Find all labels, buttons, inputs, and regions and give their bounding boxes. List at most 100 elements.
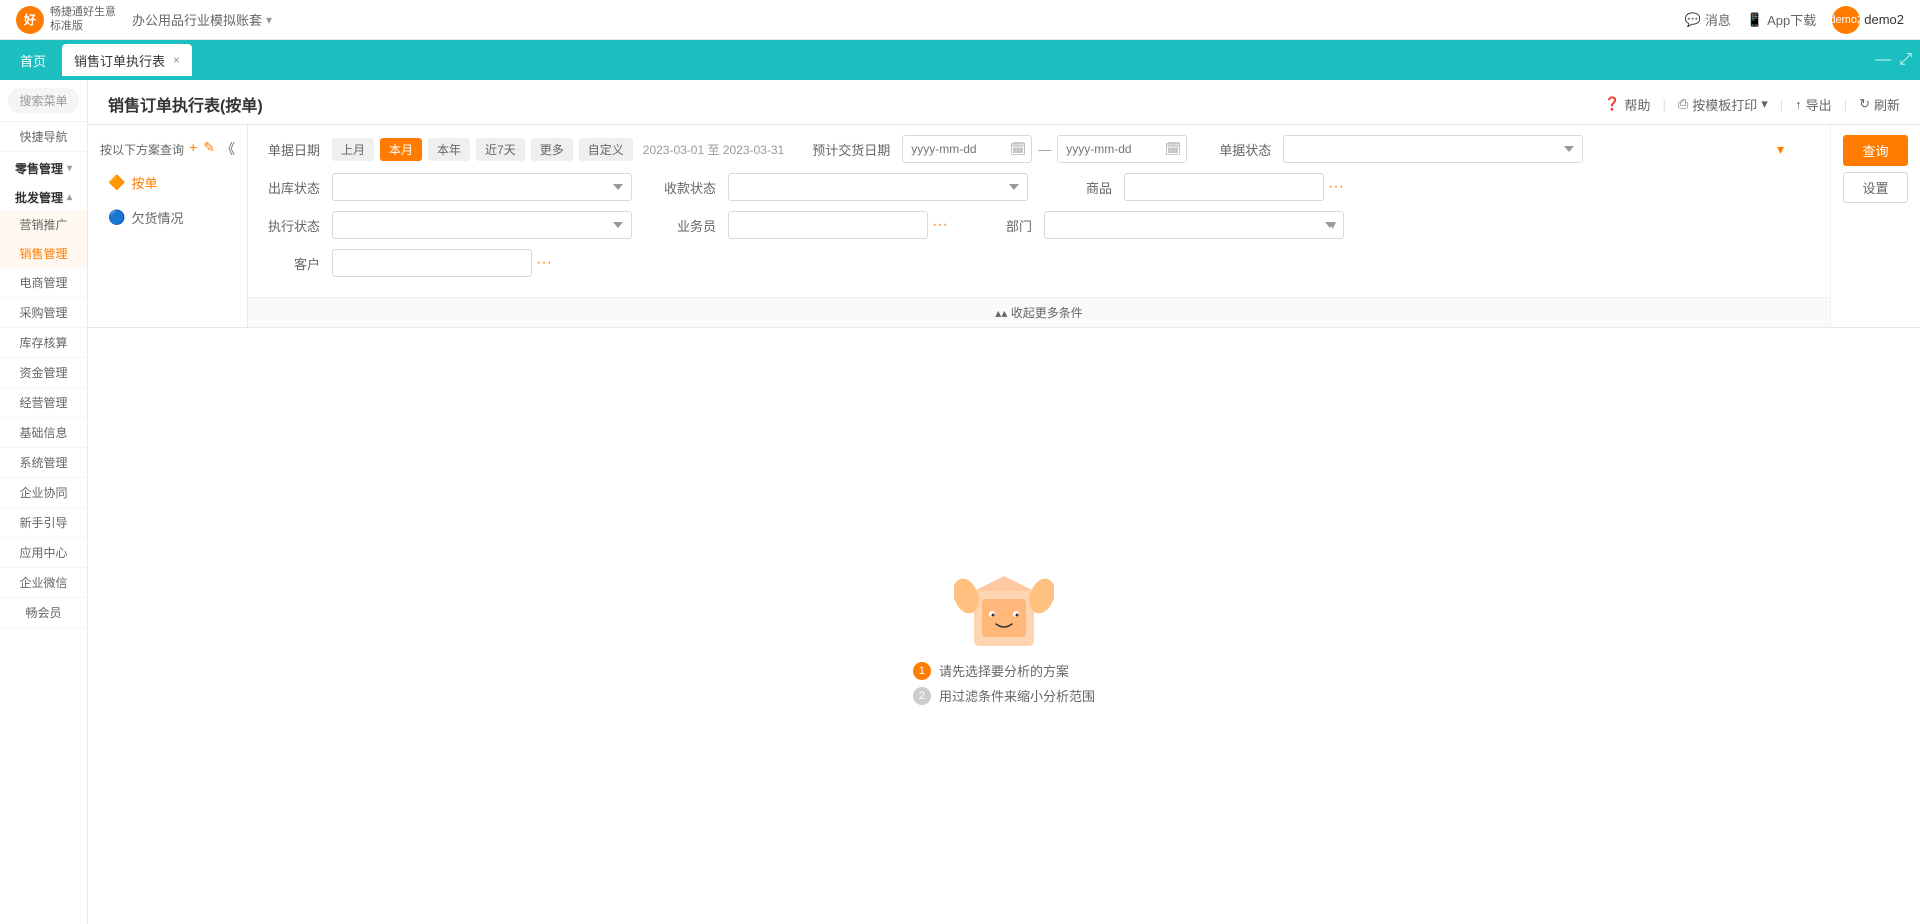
scheme-icon-order: 🔶 xyxy=(108,174,125,191)
page-title-bar: 销售订单执行表(按单) ❓ 帮助 | ⎙ 按模板打印 ▾ | ↑ 导出 | xyxy=(88,80,1920,125)
date-btn-custom[interactable]: 自定义 xyxy=(579,138,633,161)
help-button[interactable]: ❓ 帮助 xyxy=(1604,95,1650,114)
top-bar-right: 💬 消息 📱 App下载 demo2 demo2 xyxy=(1685,6,1904,34)
dept-select[interactable] xyxy=(1044,211,1344,239)
empty-hint-1: 1 请先选择要分析的方案 xyxy=(913,661,1095,680)
filter-scheme-panel: 按以下方案查询 + ✎ 《 🔶 按单 🔵 欠货情况 xyxy=(88,125,248,327)
outbound-select-wrap xyxy=(332,173,632,201)
scheme-icon-shortfall: 🔵 xyxy=(108,209,125,226)
sidebar-item-quick-nav[interactable]: 快捷导航 xyxy=(0,122,87,152)
scheme-item-shortfall[interactable]: 🔵 欠货情况 xyxy=(88,200,247,235)
status-chevron-icon: ▾ xyxy=(1777,141,1784,158)
top-bar-left: 好 畅捷通好生意 标准版 办公用品行业模拟账套 ▾ xyxy=(16,6,272,34)
customer-more-icon[interactable]: ··· xyxy=(536,254,552,272)
status-select[interactable] xyxy=(1283,135,1583,163)
search-input[interactable]: 搜索菜单 xyxy=(8,88,79,113)
outbound-label: 出库状态 xyxy=(264,178,320,197)
date-btn-more[interactable]: 更多 xyxy=(531,138,573,161)
sidebar-item-management[interactable]: 经营管理 xyxy=(0,388,87,418)
salesman-label: 业务员 xyxy=(660,216,716,235)
tab-maximize-icon[interactable]: ⤢ xyxy=(1899,51,1912,69)
date-btn-this-month[interactable]: 本月 xyxy=(380,138,422,161)
settings-button[interactable]: 设置 xyxy=(1843,172,1908,203)
print-icon: ⎙ xyxy=(1678,96,1688,112)
date-btn-last-7-days[interactable]: 近7天 xyxy=(476,138,525,161)
breadcrumb-chevron-icon[interactable]: ▾ xyxy=(266,13,272,27)
exec-select-wrap xyxy=(332,211,632,239)
expected-date-group: 🗓 — 🗓 xyxy=(902,135,1187,163)
goods-label: 商品 xyxy=(1056,178,1112,197)
export-icon: ↑ xyxy=(1795,97,1802,112)
main-layout: 搜索菜单 快捷导航 零售管理 ▾ 批发管理 ▴ 营销推广 销售管理 电商管理 采… xyxy=(0,80,1920,924)
filter-form-area: 单据日期 上月 本月 本年 近7天 更多 自定义 2023-03-01 至 20… xyxy=(248,125,1830,327)
sidebar-item-finance[interactable]: 资金管理 xyxy=(0,358,87,388)
date-btn-this-year[interactable]: 本年 xyxy=(428,138,470,161)
sidebar-item-wholesale[interactable]: 批发管理 ▴ xyxy=(0,181,87,210)
sidebar-item-purchase[interactable]: 采购管理 xyxy=(0,298,87,328)
sidebar-item-enterprise[interactable]: 企业协同 xyxy=(0,478,87,508)
sidebar-item-marketing[interactable]: 营销推广 xyxy=(0,210,87,239)
refresh-icon: ↻ xyxy=(1859,96,1870,112)
user-area[interactable]: demo2 demo2 xyxy=(1832,6,1904,34)
sidebar-item-app-center[interactable]: 应用中心 xyxy=(0,538,87,568)
export-button[interactable]: ↑ 导出 xyxy=(1795,95,1832,114)
salesman-more-icon[interactable]: ··· xyxy=(932,216,948,234)
print-button[interactable]: ⎙ 按模板打印 ▾ xyxy=(1678,95,1768,114)
outbound-select[interactable] xyxy=(332,173,632,201)
breadcrumb: 办公用品行业模拟账套 ▾ xyxy=(132,10,272,29)
goods-more-icon[interactable]: ··· xyxy=(1328,178,1344,196)
print-chevron-icon: ▾ xyxy=(1761,96,1768,112)
sidebar-item-system[interactable]: 系统管理 xyxy=(0,448,87,478)
receipt-select-wrap xyxy=(728,173,1028,201)
salesman-wrap: ··· xyxy=(728,211,948,239)
tab-close-icon[interactable]: × xyxy=(173,53,180,67)
tab-minimize-icon[interactable]: — xyxy=(1875,51,1891,69)
sidebar-item-tutorial[interactable]: 新手引导 xyxy=(0,508,87,538)
search-button[interactable]: 查询 xyxy=(1843,135,1908,166)
retail-chevron-icon: ▾ xyxy=(67,163,72,174)
salesman-input[interactable] xyxy=(728,211,928,239)
sidebar-item-wechat[interactable]: 企业微信 xyxy=(0,568,87,598)
sidebar-item-ecommerce[interactable]: 电商管理 xyxy=(0,268,87,298)
sidebar-item-retail[interactable]: 零售管理 ▾ xyxy=(0,152,87,181)
collapse-more-conditions[interactable]: ▴▴ 收起更多条件 xyxy=(248,297,1830,327)
empty-illustration xyxy=(954,541,1054,641)
scheme-item-by-order[interactable]: 🔶 按单 xyxy=(88,165,247,200)
app-download-button[interactable]: 📱 App下载 xyxy=(1747,10,1816,29)
date-btn-last-month[interactable]: 上月 xyxy=(332,138,374,161)
customer-wrap: ··· xyxy=(332,249,552,277)
sidebar: 搜索菜单 快捷导航 零售管理 ▾ 批发管理 ▴ 营销推广 销售管理 电商管理 采… xyxy=(0,80,88,924)
app-icon: 📱 xyxy=(1747,12,1763,28)
refresh-button[interactable]: ↻ 刷新 xyxy=(1859,95,1900,114)
tab-sales-order[interactable]: 销售订单执行表 × xyxy=(62,44,192,76)
date-range-display: 2023-03-01 至 2023-03-31 xyxy=(643,141,784,158)
sidebar-item-member[interactable]: 畅会员 xyxy=(0,598,87,628)
filter-main: 单据日期 上月 本月 本年 近7天 更多 自定义 2023-03-01 至 20… xyxy=(248,125,1830,297)
goods-wrap: ··· xyxy=(1124,173,1344,201)
empty-hint-2: 2 用过滤条件来缩小分析范围 xyxy=(913,686,1095,705)
sidebar-item-basic-info[interactable]: 基础信息 xyxy=(0,418,87,448)
content-area: 销售订单执行表(按单) ❓ 帮助 | ⎙ 按模板打印 ▾ | ↑ 导出 | xyxy=(88,80,1920,924)
add-scheme-button[interactable]: + xyxy=(189,139,197,159)
date-label: 单据日期 xyxy=(264,140,320,159)
sidebar-item-inventory[interactable]: 库存核算 xyxy=(0,328,87,358)
goods-input[interactable] xyxy=(1124,173,1324,201)
status-select-wrap: ▾ xyxy=(1283,135,1814,163)
expected-date-from-input[interactable] xyxy=(902,135,1032,163)
empty-state: 1 请先选择要分析的方案 2 用过滤条件来缩小分析范围 xyxy=(88,328,1920,924)
message-icon: 💬 xyxy=(1685,12,1701,28)
message-button[interactable]: 💬 消息 xyxy=(1685,10,1731,29)
expected-date-to-input[interactable] xyxy=(1057,135,1187,163)
sidebar-item-sales[interactable]: 销售管理 xyxy=(0,239,87,268)
filter-row-3: 执行状态 业务员 ··· 部门 xyxy=(264,211,1814,239)
collapse-scheme-button[interactable]: 《 xyxy=(221,139,235,159)
date-btn-group: 上月 本月 本年 近7天 更多 自定义 2023-03-01 至 2023-03… xyxy=(332,138,784,161)
receipt-select[interactable] xyxy=(728,173,1028,201)
empty-illustration-svg xyxy=(954,541,1054,651)
customer-input[interactable] xyxy=(332,249,532,277)
tab-home[interactable]: 首页 xyxy=(8,44,58,76)
exec-select[interactable] xyxy=(332,211,632,239)
edit-scheme-button[interactable]: ✎ xyxy=(203,139,215,159)
filter-row-1: 单据日期 上月 本月 本年 近7天 更多 自定义 2023-03-01 至 20… xyxy=(264,135,1814,163)
filter-scheme-header: 按以下方案查询 + ✎ 《 xyxy=(88,133,247,165)
